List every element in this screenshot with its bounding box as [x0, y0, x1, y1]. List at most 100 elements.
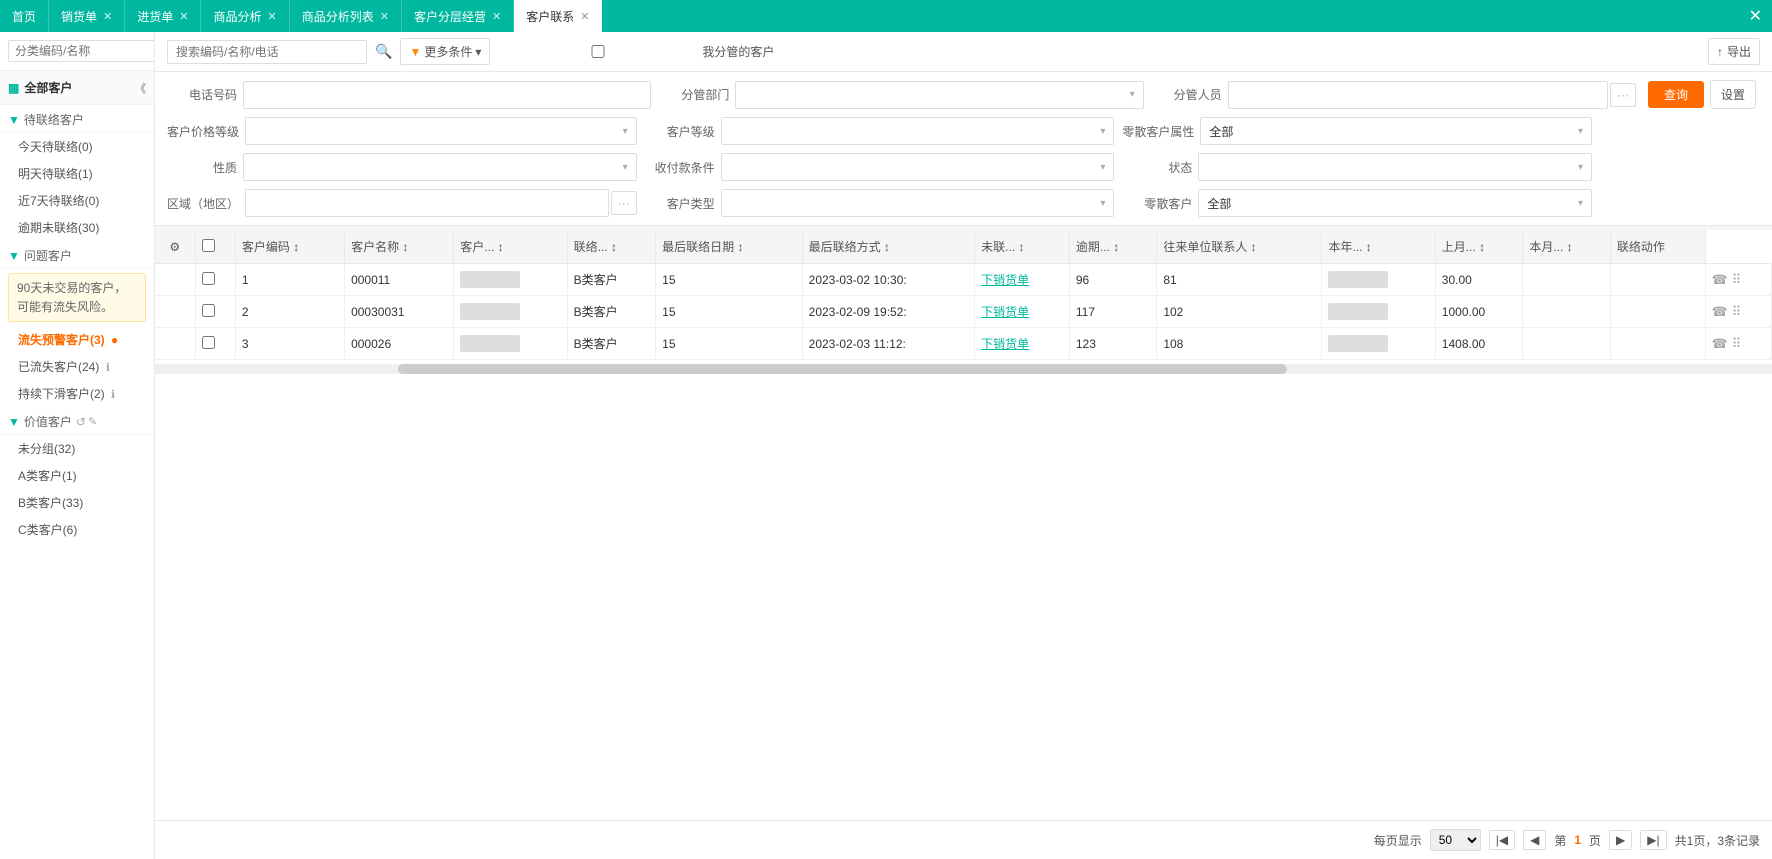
action-more-icon[interactable]: ⠿ [1732, 272, 1742, 288]
col-last-method[interactable]: 最后联络方式 ↕ [802, 230, 974, 264]
row-this-year: 1000.00 [1435, 296, 1523, 328]
row-action: ☎ ⠿ [1705, 264, 1771, 296]
row-last-month [1523, 296, 1610, 328]
window-close-btn[interactable]: ✕ [1749, 6, 1772, 26]
row-last-method[interactable]: 下销货单 [975, 264, 1070, 296]
manager-label: 分管人员 [1152, 86, 1222, 103]
refresh-icon[interactable]: ↺ [76, 415, 86, 429]
phone-input[interactable] [243, 81, 651, 109]
table-footer: 每页显示 50 20 100 |◀ ◀ 第 1 页 ▶ ▶| 共1页，3条记录 [155, 820, 1772, 859]
action-more-icon[interactable]: ⠿ [1732, 304, 1742, 320]
tab-sales[interactable]: 销货单 ✕ [49, 0, 125, 32]
query-button[interactable]: 查询 [1648, 81, 1704, 108]
customer-level-select[interactable]: ▾ [721, 117, 1115, 145]
tab-purchase-close[interactable]: ✕ [179, 10, 188, 23]
col-last-date[interactable]: 最后联络日期 ↕ [656, 230, 802, 264]
my-customers-checkbox[interactable] [498, 45, 698, 58]
tab-customer-contact[interactable]: 客户联系 ✕ [514, 0, 602, 32]
row-checkbox[interactable] [195, 328, 235, 360]
row-checkbox[interactable] [195, 264, 235, 296]
section-pending-contact[interactable]: ▼ 待联络客户 [0, 105, 154, 133]
sidebar-item-ungrouped[interactable]: 未分组(32) [0, 435, 154, 462]
payment-select[interactable]: ▾ [721, 153, 1115, 181]
settings-button[interactable]: 设置 [1710, 80, 1756, 109]
action-more-icon[interactable]: ⠿ [1732, 336, 1742, 352]
manager-select[interactable] [1228, 81, 1608, 109]
sidebar-search-input[interactable] [8, 40, 155, 62]
row-last-method[interactable]: 下销货单 [975, 328, 1070, 360]
customer-type-select[interactable]: ▾ [721, 189, 1115, 217]
export-btn[interactable]: ↑ 导出 [1708, 38, 1760, 65]
sidebar-item-declining[interactable]: 持续下滑客户(2) ℹ [0, 380, 154, 407]
sidebar-item-tomorrow-contact[interactable]: 明天待联络(1) [0, 160, 154, 187]
horizontal-scrollbar[interactable] [155, 364, 1772, 374]
tab-purchase[interactable]: 进货单 ✕ [125, 0, 201, 32]
col-this-month[interactable]: 本月... ↕ [1523, 230, 1610, 264]
sidebar-item-churn-warning[interactable]: 流失预警客户(3) ● [0, 326, 154, 353]
gender-select[interactable]: ▾ [243, 153, 637, 181]
per-page-select[interactable]: 50 20 100 [1430, 829, 1481, 851]
col-type[interactable]: 客户... ↕ [454, 230, 567, 264]
section-value-customers[interactable]: ▼ 价值客户 ↺ ✎ [0, 407, 154, 435]
select-all-checkbox[interactable] [202, 239, 215, 252]
col-uncontacted[interactable]: 未联... ↕ [975, 230, 1070, 264]
sidebar-item-churned[interactable]: 已流失客户(24) ℹ [0, 353, 154, 380]
tab-customer-tier-label: 客户分层经营 [414, 8, 486, 25]
tab-customer-tier-close[interactable]: ✕ [492, 10, 501, 23]
section-problem-label: 问题客户 [24, 247, 72, 264]
col-this-year[interactable]: 本年... ↕ [1322, 230, 1435, 264]
edit-icon[interactable]: ✎ [88, 415, 97, 428]
zero-retail-select[interactable]: 全部 ▾ [1198, 189, 1592, 217]
action-phone-icon[interactable]: ☎ [1712, 304, 1728, 320]
col-overdue[interactable]: 逾期... ↕ [1069, 230, 1156, 264]
dept-select[interactable]: ▾ [735, 81, 1143, 109]
more-conditions-btn[interactable]: ▼ 更多条件 ▾ [400, 38, 490, 65]
col-last-month[interactable]: 上月... ↕ [1435, 230, 1523, 264]
search-input[interactable] [167, 40, 367, 64]
sidebar-collapse-btn[interactable]: 《 [135, 80, 146, 96]
col-name[interactable]: 客户名称 ↕ [345, 230, 454, 264]
col-contact[interactable]: 联络... ↕ [567, 230, 656, 264]
sidebar-item-class-c[interactable]: C类客户(6) [0, 516, 154, 543]
col-unit-contact[interactable]: 往来单位联系人 ↕ [1157, 230, 1322, 264]
zero-retail-attr-value: 全部 [1209, 123, 1233, 140]
price-level-select[interactable]: ▾ [245, 117, 637, 145]
tab-analysis-close[interactable]: ✕ [268, 10, 277, 23]
row-last-method[interactable]: 下销货单 [975, 296, 1070, 328]
region-ellipsis[interactable]: ··· [611, 191, 637, 215]
region-select[interactable] [245, 189, 609, 217]
my-customers-check[interactable]: 我分管的客户 [498, 43, 774, 60]
section-value-label: 价值客户 [24, 413, 72, 430]
zero-retail-attr-select[interactable]: 全部 ▾ [1200, 117, 1592, 145]
action-phone-icon[interactable]: ☎ [1712, 272, 1728, 288]
sidebar-item-class-a[interactable]: A类客户(1) [0, 462, 154, 489]
filter-bar: 🔍 ▼ 更多条件 ▾ 我分管的客户 ↑ 导出 [155, 32, 1772, 72]
tab-sales-close[interactable]: ✕ [103, 10, 112, 23]
prev-page-btn[interactable]: ◀ [1523, 830, 1546, 850]
tab-customer-tier[interactable]: 客户分层经营 ✕ [402, 0, 514, 32]
section-problem-customers[interactable]: ▼ 问题客户 [0, 241, 154, 269]
tab-analysis-list[interactable]: 商品分析列表 ✕ [290, 0, 402, 32]
row-checkbox[interactable] [195, 296, 235, 328]
col-settings[interactable]: ⚙ [155, 230, 195, 264]
last-page-btn[interactable]: ▶| [1640, 830, 1666, 850]
sidebar-item-today-contact[interactable]: 今天待联络(0) [0, 133, 154, 160]
tab-home[interactable]: 首页 [0, 0, 49, 32]
col-checkbox[interactable] [195, 230, 235, 264]
tab-analysis[interactable]: 商品分析 ✕ [201, 0, 289, 32]
manager-ellipsis[interactable]: ··· [1610, 83, 1636, 107]
first-page-btn[interactable]: |◀ [1489, 830, 1515, 850]
tab-analysis-list-close[interactable]: ✕ [380, 10, 389, 23]
tab-purchase-label: 进货单 [137, 8, 173, 25]
tab-customer-contact-close[interactable]: ✕ [580, 10, 589, 23]
sidebar-item-class-b[interactable]: B类客户(33) [0, 489, 154, 516]
action-phone-icon[interactable]: ☎ [1712, 336, 1728, 352]
all-customers-header[interactable]: ▦ 全部客户 《 [0, 71, 154, 105]
status-select[interactable]: ▾ [1198, 153, 1592, 181]
next-page-btn[interactable]: ▶ [1609, 830, 1632, 850]
search-btn[interactable]: 🔍 [375, 43, 392, 60]
col-code[interactable]: 客户编码 ↕ [235, 230, 344, 264]
sidebar-item-overdue-contact[interactable]: 逾期未联络(30) [0, 214, 154, 241]
sidebar-item-week-contact[interactable]: 近7天待联络(0) [0, 187, 154, 214]
payment-arrow: ▾ [1100, 162, 1105, 173]
